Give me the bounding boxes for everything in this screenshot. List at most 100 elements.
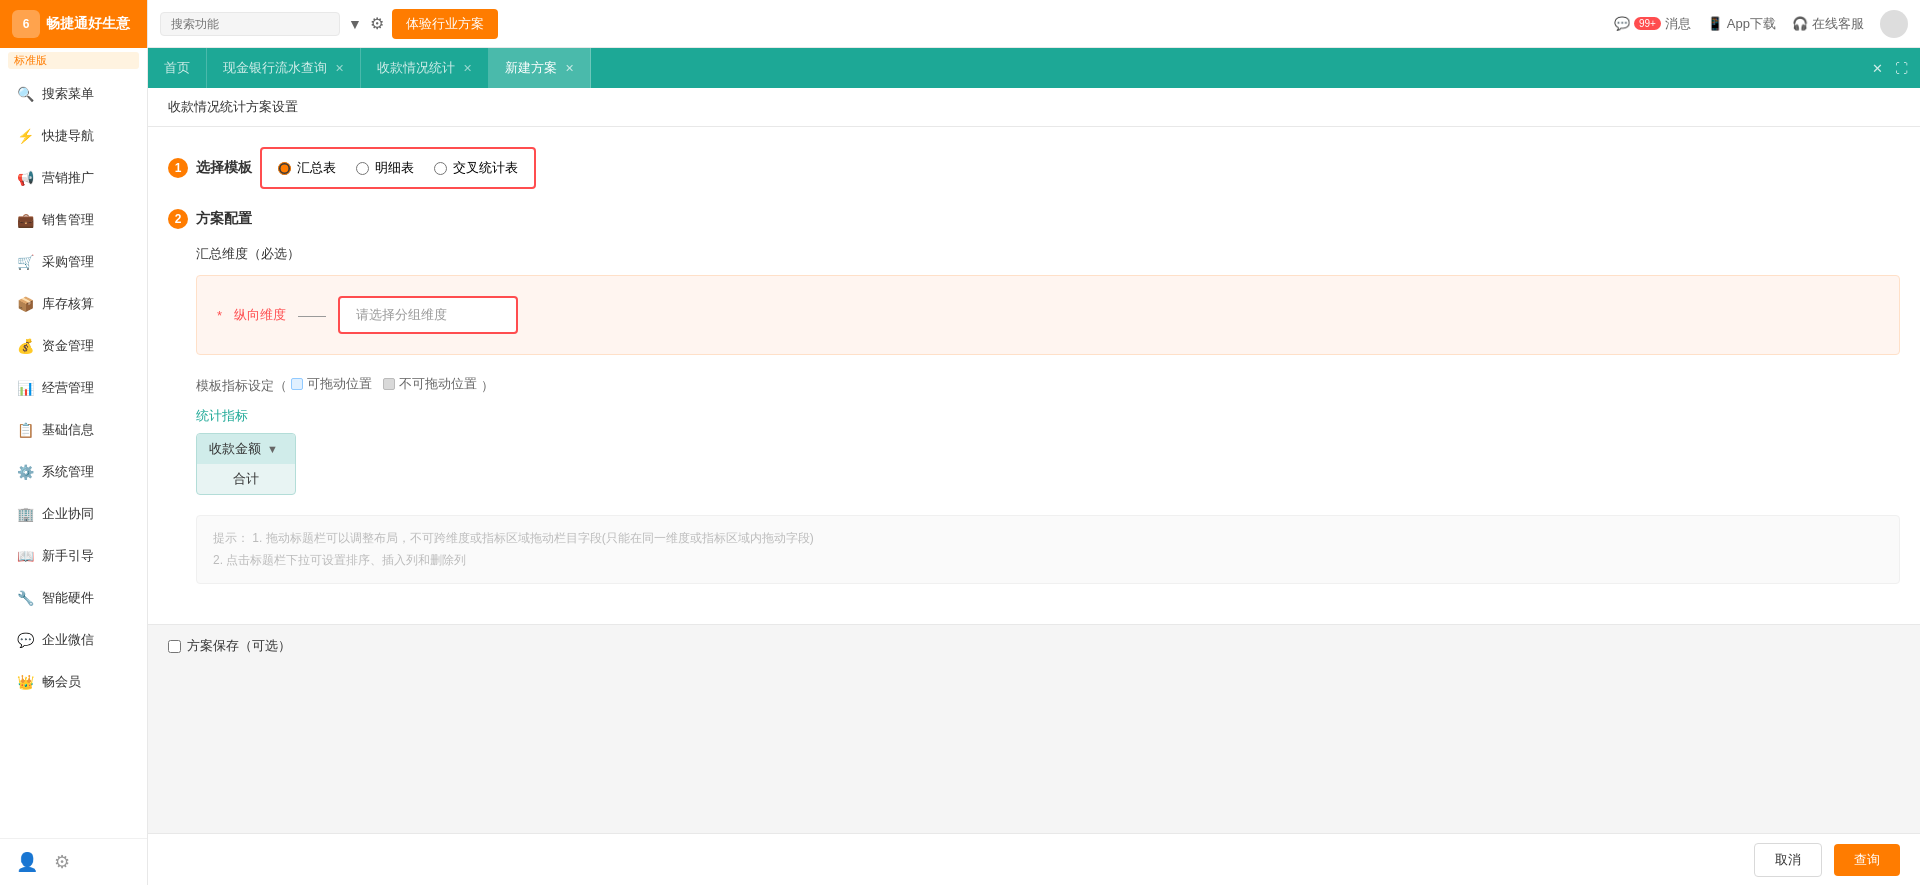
search-input[interactable] (160, 12, 340, 36)
enterprise-icon: 🏢 (16, 505, 34, 523)
page-header: 收款情况统计方案设置 (148, 88, 1920, 127)
sidebar-item-finance[interactable]: 💰 资金管理 (0, 325, 147, 367)
dimension-required-label: 汇总维度（必选） (196, 245, 1900, 263)
sidebar-item-label: 企业协同 (42, 505, 94, 523)
tab-close-all-icon[interactable]: ✕ (1872, 61, 1883, 76)
stats-area: 统计指标 收款金额 ▼ 合计 (196, 407, 1900, 495)
finance-icon: 💰 (16, 337, 34, 355)
metrics-card-body: 合计 (197, 464, 295, 494)
sidebar-item-system[interactable]: ⚙️ 系统管理 (0, 451, 147, 493)
tab-stats-close[interactable]: ✕ (463, 62, 472, 75)
radio-detail-input[interactable] (356, 162, 369, 175)
sidebar-item-label: 采购管理 (42, 253, 94, 271)
sidebar-nav: 🔍 搜索菜单 ⚡ 快捷导航 📢 营销推广 💼 销售管理 🛒 采购管理 📦 库存核… (0, 73, 147, 838)
radio-summary-input[interactable] (278, 162, 291, 175)
topbar: ▼ ⚙ 体验行业方案 💬 99+ 消息 📱 App下载 🎧 在线客服 (148, 0, 1920, 48)
user-icon[interactable]: 👤 (16, 851, 38, 873)
main-area: ▼ ⚙ 体验行业方案 💬 99+ 消息 📱 App下载 🎧 在线客服 首页 (148, 0, 1920, 885)
section1-header: 1 选择模板 汇总表 明细表 交叉统计表 (168, 147, 1900, 189)
save-checkbox-label[interactable]: 方案保存（可选） (168, 637, 291, 655)
tab-cashflow[interactable]: 现金银行流水查询 ✕ (207, 48, 361, 88)
metrics-legend-draggable: 可拖动位置 (291, 375, 372, 393)
industry-btn[interactable]: 体验行业方案 (392, 9, 498, 39)
metrics-card: 收款金额 ▼ 合计 (196, 433, 296, 495)
draggable-dot (291, 378, 303, 390)
sidebar-item-purchase[interactable]: 🛒 采购管理 (0, 241, 147, 283)
tab-new-plan-label: 新建方案 (505, 59, 557, 77)
sidebar-item-quicknav[interactable]: ⚡ 快捷导航 (0, 115, 147, 157)
row-label: 纵向维度 (234, 306, 286, 324)
notification-label: 消息 (1665, 15, 1691, 33)
sidebar-item-enterprise[interactable]: 🏢 企业协同 (0, 493, 147, 535)
radio-crosstab[interactable]: 交叉统计表 (434, 159, 518, 177)
tab-maximize-icon[interactable]: ⛶ (1895, 61, 1908, 76)
metrics-header: 模板指标设定（ 可拖动位置 不可拖动位置 ） (196, 375, 1900, 395)
metrics-card-header[interactable]: 收款金额 ▼ (197, 434, 295, 464)
sidebar-item-label: 快捷导航 (42, 127, 94, 145)
dropdown-arrow-icon: ▼ (267, 443, 278, 455)
app-name: 畅捷通好生意 (46, 15, 130, 33)
app-version: 标准版 (8, 52, 139, 69)
sidebar-item-basic[interactable]: 📋 基础信息 (0, 409, 147, 451)
avatar[interactable] (1880, 10, 1908, 38)
guide-icon: 📖 (16, 547, 34, 565)
dimension-select[interactable]: 请选择分组维度 (338, 296, 518, 334)
sidebar-item-inventory[interactable]: 📦 库存核算 (0, 283, 147, 325)
query-button[interactable]: 查询 (1834, 844, 1900, 876)
tab-new-plan-close[interactable]: ✕ (565, 62, 574, 75)
tab-controls: ✕ ⛶ (1860, 48, 1920, 88)
sidebar-item-search[interactable]: 🔍 搜索菜单 (0, 73, 147, 115)
sidebar-item-marketing[interactable]: 📢 营销推广 (0, 157, 147, 199)
sidebar-item-wechat[interactable]: 💬 企业微信 (0, 619, 147, 661)
purchase-icon: 🛒 (16, 253, 34, 271)
logo-icon: 6 (12, 10, 40, 38)
topbar-right: 💬 99+ 消息 📱 App下载 🎧 在线客服 (1614, 10, 1908, 38)
sidebar-item-label: 新手引导 (42, 547, 94, 565)
save-label: 方案保存（可选） (187, 637, 291, 655)
form-area: 1 选择模板 汇总表 明细表 交叉统计表 (148, 127, 1920, 624)
tabbar: 首页 现金银行流水查询 ✕ 收款情况统计 ✕ 新建方案 ✕ ✕ ⛶ (148, 48, 1920, 88)
save-checkbox[interactable] (168, 640, 181, 653)
config-body: 汇总维度（必选） * 纵向维度 —— 请选择分组维度 模板指标设定（ (168, 245, 1900, 584)
gear-icon[interactable]: ⚙ (370, 14, 384, 33)
sidebar-item-label: 系统管理 (42, 463, 94, 481)
radio-crosstab-input[interactable] (434, 162, 447, 175)
sales-icon: 💼 (16, 211, 34, 229)
tip-2: 2. 点击标题栏下拉可设置排序、插入列和删除列 (213, 550, 1883, 572)
required-mark: * (217, 308, 222, 323)
sidebar-item-member[interactable]: 👑 畅会员 (0, 661, 147, 703)
dropdown-icon[interactable]: ▼ (348, 16, 362, 32)
marketing-icon: 📢 (16, 169, 34, 187)
notification-item[interactable]: 💬 99+ 消息 (1614, 15, 1691, 33)
radio-summary[interactable]: 汇总表 (278, 159, 336, 177)
section-template: 1 选择模板 汇总表 明细表 交叉统计表 (168, 147, 1900, 189)
sidebar-item-sales[interactable]: 💼 销售管理 (0, 199, 147, 241)
section-config: 2 方案配置 汇总维度（必选） * 纵向维度 —— 请选择分组维度 (168, 209, 1900, 584)
system-icon: ⚙️ (16, 463, 34, 481)
download-item[interactable]: 📱 App下载 (1707, 15, 1776, 33)
sidebar-item-management[interactable]: 📊 经营管理 (0, 367, 147, 409)
tab-stats[interactable]: 收款情况统计 ✕ (361, 48, 489, 88)
tab-cashflow-close[interactable]: ✕ (335, 62, 344, 75)
quicknav-icon: ⚡ (16, 127, 34, 145)
tab-stats-label: 收款情况统计 (377, 59, 455, 77)
tab-home[interactable]: 首页 (148, 48, 207, 88)
fixed-dot (383, 378, 395, 390)
settings-icon[interactable]: ⚙ (54, 851, 70, 873)
radio-detail[interactable]: 明细表 (356, 159, 414, 177)
page-footer: 方案保存（可选） (148, 624, 1920, 667)
cancel-button[interactable]: 取消 (1754, 843, 1822, 877)
support-label: 在线客服 (1812, 15, 1864, 33)
tab-new-plan[interactable]: 新建方案 ✕ (489, 48, 591, 88)
support-icon: 🎧 (1792, 16, 1808, 31)
tip-1: 提示： 1. 拖动标题栏可以调整布局，不可跨维度或指标区域拖动栏目字段(只能在同… (213, 528, 1883, 550)
sidebar-item-hardware[interactable]: 🔧 智能硬件 (0, 577, 147, 619)
support-item[interactable]: 🎧 在线客服 (1792, 15, 1864, 33)
app-logo: 6 畅捷通好生意 (0, 0, 147, 48)
sidebar-item-label: 营销推广 (42, 169, 94, 187)
sidebar-item-guide[interactable]: 📖 新手引导 (0, 535, 147, 577)
radio-crosstab-label: 交叉统计表 (453, 159, 518, 177)
wechat-icon: 💬 (16, 631, 34, 649)
section2-header: 2 方案配置 (168, 209, 1900, 229)
dimension-area: * 纵向维度 —— 请选择分组维度 (196, 275, 1900, 355)
